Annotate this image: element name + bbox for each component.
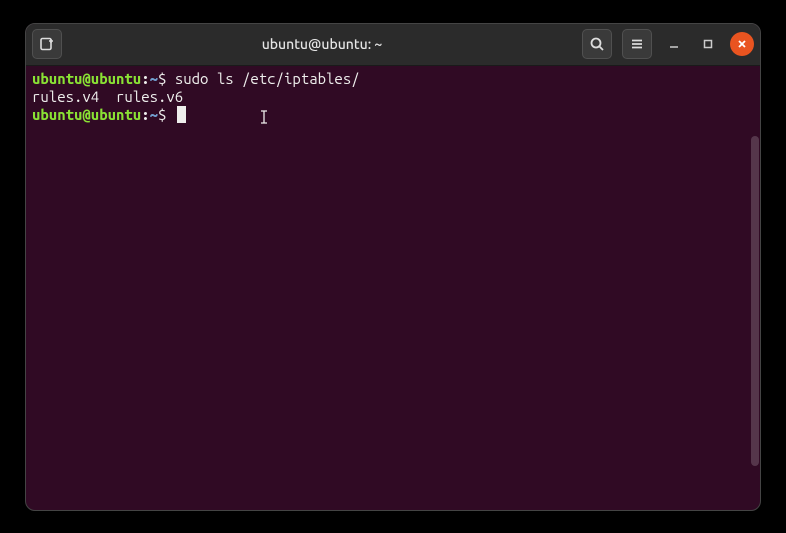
- terminal-window: ubuntu@ubuntu: ~: [25, 23, 761, 511]
- prompt-path: ~: [150, 70, 158, 87]
- search-button[interactable]: [582, 29, 612, 59]
- block-cursor: [177, 106, 186, 123]
- titlebar-right: [582, 29, 754, 59]
- terminal-body[interactable]: ubuntu@ubuntu:~$ sudo ls /etc/iptables/ …: [26, 66, 760, 510]
- minimize-button[interactable]: [662, 32, 686, 56]
- prompt-line: ubuntu@ubuntu:~$ sudo ls /etc/iptables/: [32, 70, 754, 88]
- prompt-colon: :: [141, 70, 149, 87]
- output-line: rules.v4 rules.v6: [32, 88, 754, 106]
- close-button[interactable]: [730, 32, 754, 56]
- prompt-userhost: ubuntu@ubuntu: [32, 70, 141, 87]
- prompt-colon: :: [141, 106, 149, 123]
- prompt-dollar: $: [158, 106, 175, 123]
- prompt-path: ~: [150, 106, 158, 123]
- prompt-line: ubuntu@ubuntu:~$: [32, 106, 754, 124]
- titlebar: ubuntu@ubuntu: ~: [26, 24, 760, 66]
- maximize-button[interactable]: [696, 32, 720, 56]
- prompt-userhost: ubuntu@ubuntu: [32, 106, 141, 123]
- scrollbar[interactable]: [751, 136, 759, 466]
- new-tab-button[interactable]: [32, 29, 62, 59]
- prompt-dollar: $: [158, 70, 175, 87]
- command-text: sudo ls /etc/iptables/: [175, 70, 360, 87]
- menu-button[interactable]: [622, 29, 652, 59]
- titlebar-left: [32, 29, 62, 59]
- window-title: ubuntu@ubuntu: ~: [68, 36, 576, 52]
